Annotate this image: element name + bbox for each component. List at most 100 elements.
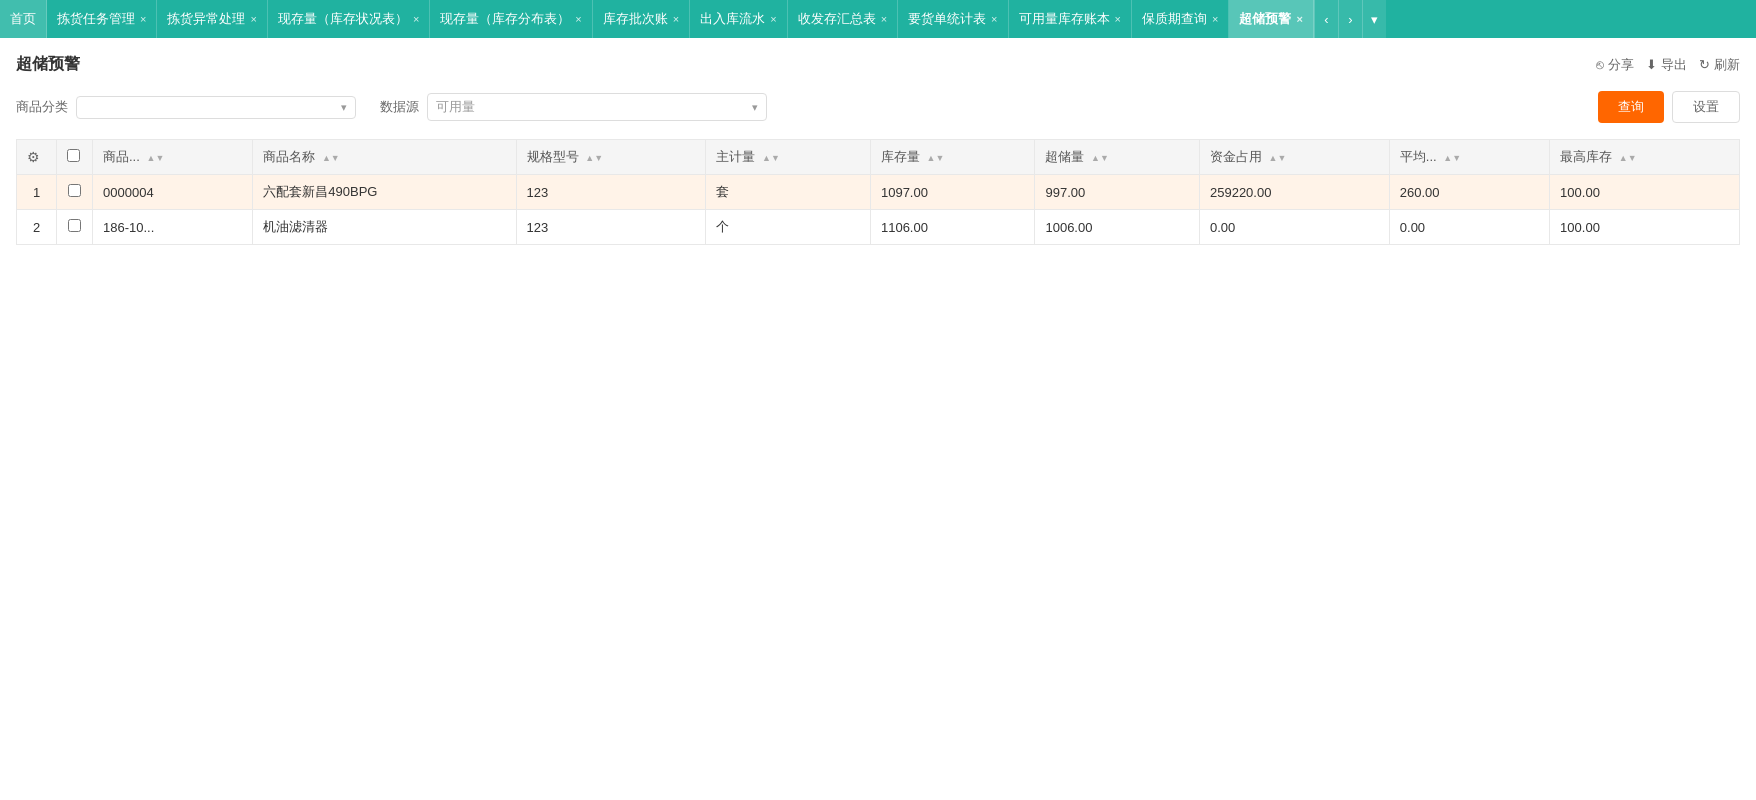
- nav-close-summary[interactable]: ×: [881, 13, 887, 25]
- nav-item-requisition[interactable]: 要货单统计表 ×: [898, 0, 1008, 38]
- table-row: 1 0000004 六配套新昌490BPG 123 套 1097.00 997.…: [17, 175, 1740, 210]
- table-header-max-stock[interactable]: 最高库存 ▲▼: [1550, 140, 1740, 175]
- nav-arrow-menu[interactable]: ▾: [1362, 0, 1386, 38]
- header-product-name-label: 商品名称: [263, 149, 315, 164]
- nav-item-task[interactable]: 拣货任务管理 ×: [47, 0, 157, 38]
- page-content: 超储预警 ⎋ 分享 ⬇ 导出 ↻ 刷新 商品分类 ▾ 数据源: [0, 38, 1756, 800]
- table-header-avg[interactable]: 平均... ▲▼: [1389, 140, 1549, 175]
- header-product-code-label: 商品...: [103, 149, 140, 164]
- table-header-unit[interactable]: 主计量 ▲▼: [706, 140, 871, 175]
- row-index: 1: [17, 175, 57, 210]
- cell-overflow: 997.00: [1035, 175, 1200, 210]
- export-icon: ⬇: [1646, 57, 1657, 72]
- action-buttons: 查询 设置: [1598, 91, 1740, 123]
- cell-product-name: 机油滤清器: [253, 210, 516, 245]
- refresh-icon: ↻: [1699, 57, 1710, 72]
- nav-item-batch[interactable]: 库存批次账 ×: [593, 0, 690, 38]
- row-checkbox-1[interactable]: [68, 219, 81, 232]
- nav-item-abnormal[interactable]: 拣货异常处理 ×: [157, 0, 267, 38]
- export-button[interactable]: ⬇ 导出: [1646, 56, 1687, 74]
- datasource-select-value: 可用量: [436, 98, 475, 116]
- nav-close-abnormal[interactable]: ×: [250, 13, 256, 25]
- table-header-checkbox[interactable]: [57, 140, 93, 175]
- chevron-down-icon-2: ▾: [752, 101, 758, 114]
- table-header-spec[interactable]: 规格型号 ▲▼: [516, 140, 706, 175]
- table-header-product-code[interactable]: 商品... ▲▼: [93, 140, 253, 175]
- cell-unit: 个: [706, 210, 871, 245]
- sort-icon-capital: ▲▼: [1269, 153, 1287, 163]
- cell-overflow: 1006.00: [1035, 210, 1200, 245]
- settings-button[interactable]: 设置: [1672, 91, 1740, 123]
- nav-item-expiry[interactable]: 保质期查询 ×: [1132, 0, 1229, 38]
- nav-item-home[interactable]: 首页: [0, 0, 47, 38]
- nav-close-stock-dist[interactable]: ×: [575, 13, 581, 25]
- share-button[interactable]: ⎋ 分享: [1596, 56, 1634, 74]
- category-label: 商品分类: [16, 98, 68, 116]
- sort-icon-code: ▲▼: [146, 153, 164, 163]
- datasource-select[interactable]: 可用量 ▾: [427, 93, 767, 121]
- sort-icon-overflow: ▲▼: [1091, 153, 1109, 163]
- cell-max-stock: 100.00: [1550, 175, 1740, 210]
- header-stock-label: 库存量: [881, 149, 920, 164]
- table-header-settings[interactable]: ⚙: [17, 140, 57, 175]
- nav-item-overstock[interactable]: 超储预警 ×: [1229, 0, 1313, 38]
- nav-item-flow[interactable]: 出入库流水 ×: [690, 0, 787, 38]
- sort-icon-name: ▲▼: [322, 153, 340, 163]
- cell-product-name: 六配套新昌490BPG: [253, 175, 516, 210]
- row-index: 2: [17, 210, 57, 245]
- top-nav: 首页 拣货任务管理 × 拣货异常处理 × 现存量（库存状况表） × 现存量（库存…: [0, 0, 1756, 38]
- cell-avg: 0.00: [1389, 210, 1549, 245]
- category-select[interactable]: ▾: [76, 96, 356, 119]
- table-header-product-name[interactable]: 商品名称 ▲▼: [253, 140, 516, 175]
- datasource-filter: 数据源 可用量 ▾: [380, 93, 767, 121]
- share-icon: ⎋: [1596, 57, 1604, 72]
- cell-max-stock: 100.00: [1550, 210, 1740, 245]
- page-header: 超储预警 ⎋ 分享 ⬇ 导出 ↻ 刷新: [16, 54, 1740, 75]
- table-header-row: ⚙ 商品... ▲▼ 商品名称 ▲▼ 规格型号 ▲▼ 主计: [17, 140, 1740, 175]
- data-table: ⚙ 商品... ▲▼ 商品名称 ▲▼ 规格型号 ▲▼ 主计: [16, 139, 1740, 245]
- row-checkbox-cell[interactable]: [57, 210, 93, 245]
- nav-item-stock-status[interactable]: 现存量（库存状况表） ×: [268, 0, 430, 38]
- row-checkbox-cell[interactable]: [57, 175, 93, 210]
- category-filter: 商品分类 ▾: [16, 96, 356, 119]
- nav-arrow-right[interactable]: ›: [1338, 0, 1362, 38]
- cell-stock: 1106.00: [870, 210, 1035, 245]
- nav-item-available[interactable]: 可用量库存账本 ×: [1009, 0, 1132, 38]
- nav-close-stock-status[interactable]: ×: [413, 13, 419, 25]
- refresh-button[interactable]: ↻ 刷新: [1699, 56, 1740, 74]
- nav-close-overstock[interactable]: ×: [1296, 13, 1302, 25]
- cell-product-code: 186-10...: [93, 210, 253, 245]
- table-header-capital[interactable]: 资金占用 ▲▼: [1199, 140, 1389, 175]
- cell-product-code: 0000004: [93, 175, 253, 210]
- nav-close-flow[interactable]: ×: [770, 13, 776, 25]
- gear-icon[interactable]: ⚙: [27, 149, 40, 165]
- nav-close-batch[interactable]: ×: [673, 13, 679, 25]
- nav-close-expiry[interactable]: ×: [1212, 13, 1218, 25]
- nav-close-task[interactable]: ×: [140, 13, 146, 25]
- header-unit-label: 主计量: [716, 149, 755, 164]
- chevron-down-icon: ▾: [341, 101, 347, 114]
- nav-item-stock-dist[interactable]: 现存量（库存分布表） ×: [430, 0, 592, 38]
- table-header-stock[interactable]: 库存量 ▲▼: [870, 140, 1035, 175]
- sort-icon-stock: ▲▼: [927, 153, 945, 163]
- nav-close-requisition[interactable]: ×: [991, 13, 997, 25]
- sort-icon-spec: ▲▼: [585, 153, 603, 163]
- header-overflow-label: 超储量: [1045, 149, 1084, 164]
- sort-icon-unit: ▲▼: [762, 153, 780, 163]
- cell-stock: 1097.00: [870, 175, 1035, 210]
- sort-icon-max: ▲▼: [1619, 153, 1637, 163]
- select-all-checkbox[interactable]: [67, 149, 80, 162]
- cell-capital: 0.00: [1199, 210, 1389, 245]
- cell-spec: 123: [516, 175, 706, 210]
- nav-close-available[interactable]: ×: [1115, 13, 1121, 25]
- header-avg-label: 平均...: [1400, 149, 1437, 164]
- header-spec-label: 规格型号: [527, 149, 579, 164]
- datasource-label: 数据源: [380, 98, 419, 116]
- header-actions: ⎋ 分享 ⬇ 导出 ↻ 刷新: [1596, 56, 1740, 74]
- row-checkbox-0[interactable]: [68, 184, 81, 197]
- table-header-overflow[interactable]: 超储量 ▲▼: [1035, 140, 1200, 175]
- table-row: 2 186-10... 机油滤清器 123 个 1106.00 1006.00 …: [17, 210, 1740, 245]
- nav-item-summary[interactable]: 收发存汇总表 ×: [788, 0, 898, 38]
- query-button[interactable]: 查询: [1598, 91, 1664, 123]
- nav-arrow-left[interactable]: ‹: [1314, 0, 1338, 38]
